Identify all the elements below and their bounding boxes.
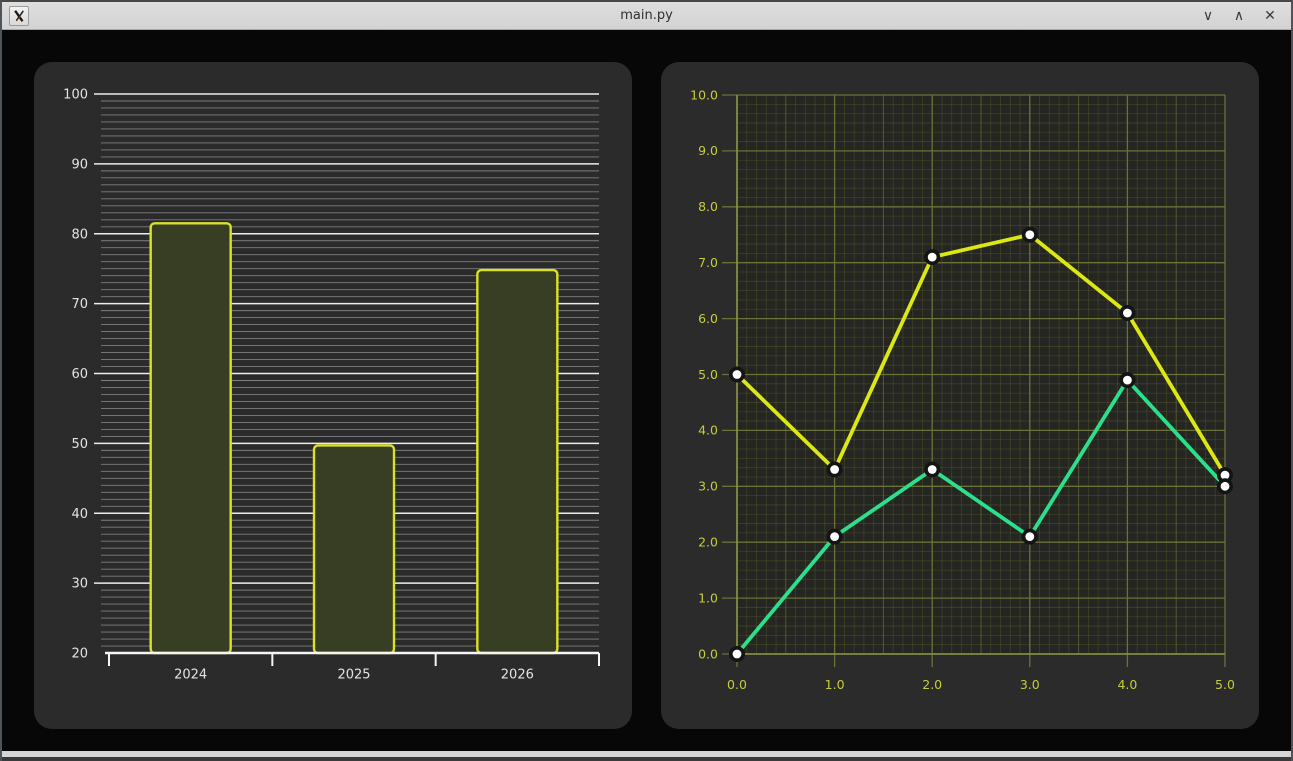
y-tick-label: 90 xyxy=(71,157,88,172)
x-tick-label: 2024 xyxy=(174,668,207,683)
maximize-button[interactable]: ∧ xyxy=(1228,5,1250,27)
x-tick-label: 2025 xyxy=(337,668,370,683)
marker xyxy=(830,465,839,474)
marker xyxy=(1220,481,1230,491)
window-controls: ∨ ∧ ✕ xyxy=(1197,2,1281,30)
x-tick-label: 5.0 xyxy=(1215,677,1235,692)
y-tick-label: 7.0 xyxy=(698,255,718,270)
y-tick-label: 2.0 xyxy=(698,535,718,550)
x-tick-label: 4.0 xyxy=(1117,677,1137,692)
y-tick-label: 30 xyxy=(71,577,88,592)
x-tick-label: 0.0 xyxy=(727,677,747,692)
titlebar[interactable]: main.py ∨ ∧ ✕ xyxy=(2,2,1291,30)
y-tick-label: 9.0 xyxy=(698,143,718,158)
marker xyxy=(1220,470,1230,480)
marker xyxy=(927,465,937,474)
y-tick-label: 6.0 xyxy=(698,311,718,326)
bar-chart: 20 30 40 50 60 70 80 90 100 2024 2025 2026 xyxy=(63,88,600,683)
x-tick-labels: 0.0 1.0 2.0 3.0 4.0 5.0 xyxy=(727,677,1235,692)
y-tick-label: 80 xyxy=(71,227,88,242)
marker xyxy=(732,649,742,659)
marker xyxy=(1025,532,1035,542)
y-tick-label: 0.0 xyxy=(698,646,718,661)
x-tick-label: 2026 xyxy=(501,668,534,683)
y-tick-labels: 20 30 40 50 60 70 80 90 100 xyxy=(63,88,88,662)
y-tick-label: 10.0 xyxy=(690,87,718,102)
x-tick-labels: 2024 2025 2026 xyxy=(174,668,534,683)
y-tick-labels: 0.0 1.0 2.0 3.0 4.0 5.0 6.0 7.0 8.0 9.0 10.0 xyxy=(690,87,718,661)
marker xyxy=(927,252,937,262)
minimize-button[interactable]: ∨ xyxy=(1197,5,1219,27)
y-tick-label: 3.0 xyxy=(698,479,718,494)
bar-chart-panel: 20 30 40 50 60 70 80 90 100 2024 2025 2026 xyxy=(34,62,632,729)
marker xyxy=(1123,375,1132,385)
marker xyxy=(732,370,742,379)
window-menu-button[interactable] xyxy=(9,6,29,26)
app-window: main.py ∨ ∧ ✕ 20 30 40 50 60 70 80 90 100 2024 202… xyxy=(0,0,1293,761)
bar-2026 xyxy=(476,268,559,655)
marker xyxy=(830,532,839,542)
close-icon: ✕ xyxy=(1264,8,1276,24)
y-tick-label: 70 xyxy=(71,297,88,312)
maximize-icon: ∧ xyxy=(1233,8,1245,24)
minimize-icon: ∨ xyxy=(1202,8,1214,24)
line-chart-panel: 0.0 1.0 2.0 3.0 4.0 5.0 6.0 7.0 8.0 9.0 10.0 0.0 1.0… xyxy=(661,62,1259,729)
close-button[interactable]: ✕ xyxy=(1259,5,1281,27)
y-tick-label: 100 xyxy=(63,88,88,103)
y-tick-label: 60 xyxy=(71,367,88,382)
y-tick-label: 8.0 xyxy=(698,199,718,214)
content-area: 20 30 40 50 60 70 80 90 100 2024 2025 2026 0.0 1.0 2.… xyxy=(2,31,1291,751)
y-tick-label: 5.0 xyxy=(698,367,718,382)
bars-group xyxy=(149,222,559,655)
x-axis xyxy=(105,651,600,666)
marker xyxy=(1025,230,1035,240)
bar-2025 xyxy=(312,444,396,655)
y-tick-label: 4.0 xyxy=(698,423,718,438)
x11-logo-icon xyxy=(14,10,24,22)
x-tick-label: 1.0 xyxy=(825,677,845,692)
x-tick-label: 3.0 xyxy=(1020,677,1040,692)
y-tick-label: 40 xyxy=(71,507,88,522)
window-bottom-edge xyxy=(2,757,1291,761)
bar-2024 xyxy=(149,222,232,655)
x-tick-label: 2.0 xyxy=(922,677,942,692)
y-tick-label: 50 xyxy=(71,437,88,452)
y-tick-label: 1.0 xyxy=(698,590,718,605)
line-chart: 0.0 1.0 2.0 3.0 4.0 5.0 6.0 7.0 8.0 9.0 10.0 0.0 1.0… xyxy=(690,87,1235,692)
y-tick-label: 20 xyxy=(71,647,88,662)
window-title: main.py xyxy=(620,8,673,23)
marker xyxy=(1123,308,1132,318)
